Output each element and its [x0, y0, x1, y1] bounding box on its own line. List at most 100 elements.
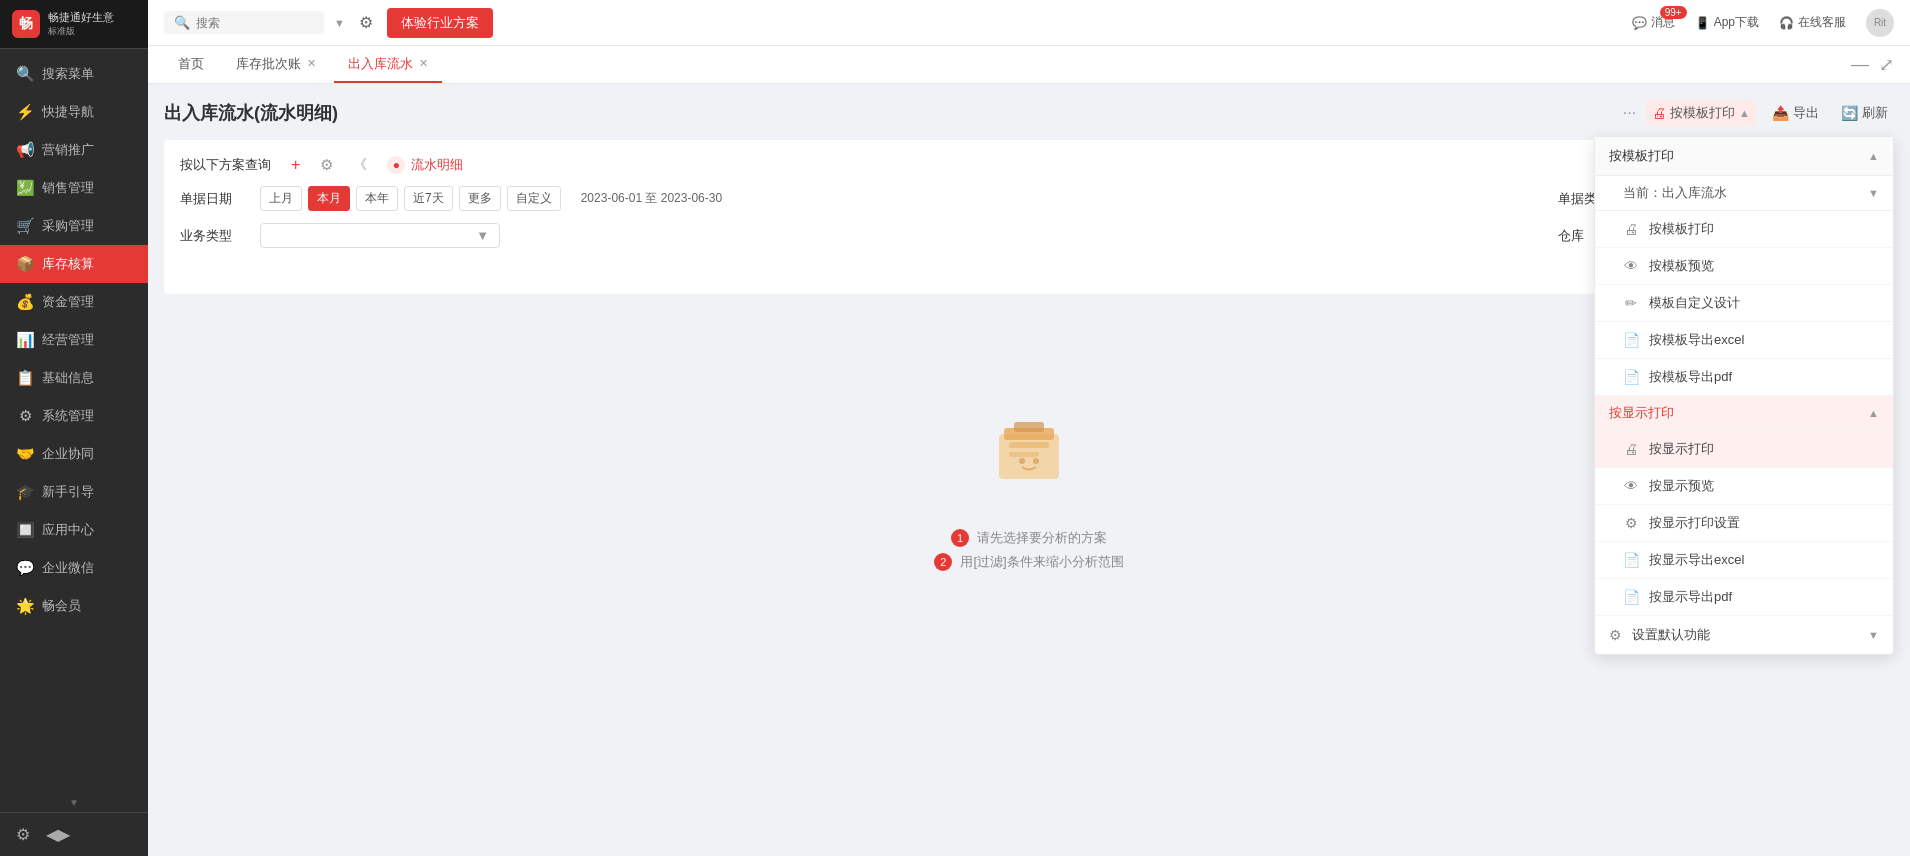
export-button[interactable]: 📤 导出	[1766, 100, 1825, 126]
print-button[interactable]: 🖨 按模板打印 ▲	[1646, 100, 1756, 126]
tab-home[interactable]: 首页	[164, 47, 218, 83]
sidebar-label-app-center: 应用中心	[42, 521, 94, 539]
search-chevron-icon[interactable]: ▼	[334, 17, 345, 29]
empty-illustration	[984, 404, 1074, 494]
dropdown-current-item[interactable]: 当前：出入库流水 ▼	[1595, 176, 1893, 211]
dropdown-header[interactable]: 按模板打印 ▲	[1595, 137, 1893, 176]
dropdown-header-arrow: ▲	[1868, 150, 1879, 162]
date-btn-上月[interactable]: 上月	[260, 186, 302, 211]
message-btn[interactable]: 💬 消息 99+	[1632, 14, 1675, 31]
sidebar-item-wechat[interactable]: 💬企业微信	[0, 549, 148, 587]
date-btn-自定义[interactable]: 自定义	[507, 186, 561, 211]
date-btn-本月[interactable]: 本月	[308, 186, 350, 211]
display-section-header[interactable]: 按显示打印 ▲	[1595, 396, 1893, 431]
sidebar-item-sales[interactable]: 💹销售管理	[0, 169, 148, 207]
sidebar-bottom: ⚙ ◀▶	[0, 812, 148, 856]
display-section-arrow: ▲	[1868, 407, 1879, 419]
display-settings[interactable]: ⚙按显示打印设置	[1595, 505, 1893, 542]
trial-button[interactable]: 体验行业方案	[387, 8, 493, 38]
search-input[interactable]	[196, 16, 296, 30]
template-pdf-icon: 📄	[1623, 369, 1639, 385]
date-btn-近7天[interactable]: 近7天	[404, 186, 453, 211]
sidebar-item-quick-nav[interactable]: ⚡快捷导航	[0, 93, 148, 131]
template-excel[interactable]: 📄按模板导出excel	[1595, 322, 1893, 359]
display-preview[interactable]: 👁按显示预览	[1595, 468, 1893, 505]
sidebar-item-system[interactable]: ⚙系统管理	[0, 397, 148, 435]
biz-type-select[interactable]: ▼	[260, 223, 500, 248]
sidebar-item-guide[interactable]: 🎓新手引导	[0, 473, 148, 511]
tab-flow[interactable]: 出入库流水✕	[334, 47, 442, 83]
minimize-btn[interactable]: —	[1851, 54, 1869, 76]
display-print[interactable]: 🖨 按显示打印	[1595, 431, 1893, 468]
display-print-label: 按显示打印	[1649, 440, 1714, 458]
support-btn[interactable]: 🎧 在线客服	[1779, 14, 1846, 31]
header: 🔍 ▼ ⚙ 体验行业方案 💬 消息 99+ 📱 App下载 🎧 在线客服 Rit	[148, 0, 1910, 46]
footer-icon: ⚙	[1609, 627, 1622, 643]
support-label: 在线客服	[1798, 14, 1846, 31]
header-search-box[interactable]: 🔍	[164, 11, 324, 34]
print-icon: 🖨	[1652, 105, 1666, 121]
filter-collapse-btn[interactable]: 《	[353, 156, 367, 174]
sidebar-item-operations[interactable]: 📊经营管理	[0, 321, 148, 359]
sidebar-label-member: 畅会员	[42, 597, 81, 615]
step-2-num: 2	[934, 553, 952, 571]
logo-icon: 畅	[12, 10, 40, 38]
avatar[interactable]: Rit	[1866, 9, 1894, 37]
sidebar-item-purchase[interactable]: 🛒采购管理	[0, 207, 148, 245]
page-actions: ··· 🖨 按模板打印 ▲ 📤 导出 🔄 刷新	[1623, 100, 1894, 126]
expand-btn[interactable]: ⤢	[1879, 54, 1894, 76]
message-badge: 99+	[1660, 6, 1687, 19]
template-preview[interactable]: 👁按模板预览	[1595, 248, 1893, 285]
display-excel[interactable]: 📄按显示导出excel	[1595, 542, 1893, 579]
sidebar-item-app-center[interactable]: 🔲应用中心	[0, 511, 148, 549]
date-btn-本年[interactable]: 本年	[356, 186, 398, 211]
close-tab-batch[interactable]: ✕	[307, 57, 316, 70]
header-right: 💬 消息 99+ 📱 App下载 🎧 在线客服 Rit	[1632, 9, 1894, 37]
dropdown-footer[interactable]: ⚙ 设置默认功能 ▼	[1595, 616, 1893, 654]
marketing-icon: 📢	[16, 141, 34, 159]
step-1-num: 1	[951, 529, 969, 547]
refresh-button[interactable]: 🔄 刷新	[1835, 100, 1894, 126]
app-download-label: App下载	[1714, 14, 1759, 31]
filter-tag-label: 流水明细	[411, 156, 463, 174]
sidebar: 畅 畅捷通好生意 标准版 🔍搜索菜单⚡快捷导航📢营销推广💹销售管理🛒采购管理📦库…	[0, 0, 148, 856]
page-title: 出入库流水(流水明细)	[164, 101, 338, 125]
print-label: 按模板打印	[1670, 104, 1735, 122]
filter-tag-icon: ●	[393, 158, 400, 172]
display-settings-icon: ⚙	[1623, 515, 1639, 531]
display-print-icon: 🖨	[1623, 441, 1639, 457]
member-icon: 🌟	[16, 597, 34, 615]
tab-batch[interactable]: 库存批次账✕	[222, 47, 330, 83]
template-design[interactable]: ✏模板自定义设计	[1595, 285, 1893, 322]
header-gear-icon[interactable]: ⚙	[359, 13, 373, 32]
main-area: 🔍 ▼ ⚙ 体验行业方案 💬 消息 99+ 📱 App下载 🎧 在线客服 Rit…	[148, 0, 1910, 856]
filter-tag-active[interactable]: ●	[387, 156, 405, 174]
more-options-icon[interactable]: ···	[1623, 104, 1636, 122]
scroll-down-indicator: ▼	[0, 793, 148, 812]
sidebar-item-enterprise[interactable]: 🤝企业协同	[0, 435, 148, 473]
template-pdf[interactable]: 📄按模板导出pdf	[1595, 359, 1893, 396]
sidebar-item-search[interactable]: 🔍搜索菜单	[0, 55, 148, 93]
sidebar-item-finance[interactable]: 💰资金管理	[0, 283, 148, 321]
template-print[interactable]: 🖨按模板打印	[1595, 211, 1893, 248]
sidebar-item-inventory[interactable]: 📦库存核算	[0, 245, 148, 283]
close-tab-flow[interactable]: ✕	[419, 57, 428, 70]
purchase-icon: 🛒	[16, 217, 34, 235]
template-items-list: 🖨按模板打印👁按模板预览✏模板自定义设计📄按模板导出excel📄按模板导出pdf	[1595, 211, 1893, 396]
sidebar-item-marketing[interactable]: 📢营销推广	[0, 131, 148, 169]
template-preview-label: 按模板预览	[1649, 257, 1714, 275]
display-pdf[interactable]: 📄按显示导出pdf	[1595, 579, 1893, 616]
collapse-icon[interactable]: ◀▶	[46, 825, 70, 844]
logo-name: 畅捷通好生意	[48, 10, 114, 24]
sidebar-label-finance: 资金管理	[42, 293, 94, 311]
sidebar-item-member[interactable]: 🌟 畅会员	[0, 587, 148, 625]
date-btn-更多[interactable]: 更多	[459, 186, 501, 211]
display-preview-label: 按显示预览	[1649, 477, 1714, 495]
filter-add-btn[interactable]: +	[291, 156, 300, 174]
filter-setting-btn[interactable]: ⚙	[320, 156, 333, 174]
app-download-btn[interactable]: 📱 App下载	[1695, 14, 1759, 31]
date-filter: 上月本月本年近7天更多自定义	[260, 186, 561, 211]
sidebar-item-basic[interactable]: 📋基础信息	[0, 359, 148, 397]
settings-icon[interactable]: ⚙	[16, 825, 30, 844]
template-excel-label: 按模板导出excel	[1649, 331, 1744, 349]
